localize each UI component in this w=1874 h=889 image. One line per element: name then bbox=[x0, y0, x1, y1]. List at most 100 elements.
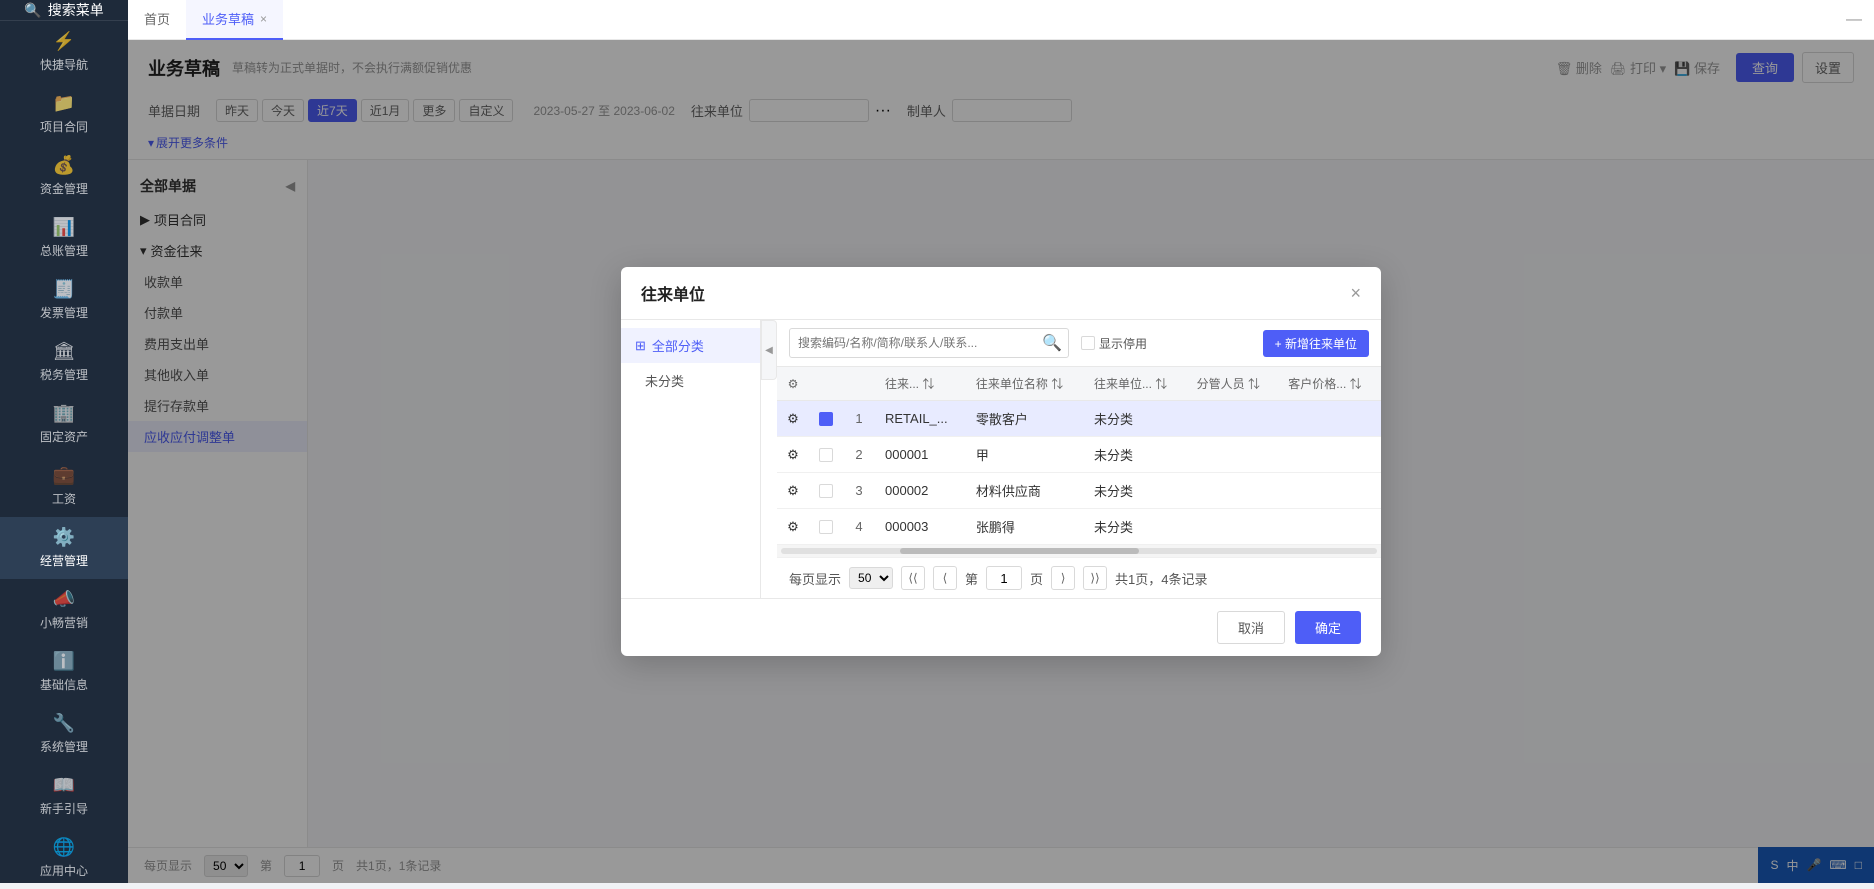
sidebar-item-system[interactable]: 🔧 系统管理 bbox=[0, 703, 128, 765]
table-row[interactable]: ⚙ 3 000002 材料供应商 未分类 bbox=[777, 473, 1381, 509]
row-num: 2 bbox=[843, 437, 875, 473]
dialog-category-all[interactable]: ⊞ 全部分类 bbox=[621, 328, 760, 363]
first-page-btn[interactable]: ⟨⟨ bbox=[901, 566, 925, 590]
row-settings[interactable]: ⚙ bbox=[777, 437, 809, 473]
col-manager[interactable]: 分管人员 ⇅ bbox=[1187, 367, 1279, 401]
next-page-btn[interactable]: ⟩ bbox=[1051, 566, 1075, 590]
sidebar-item-capital[interactable]: 💰 资金管理 bbox=[0, 145, 128, 207]
sidebar-item-label: 新手引导 bbox=[40, 800, 88, 817]
row-code: 000002 bbox=[875, 473, 966, 509]
collapse-icon: ◀ bbox=[765, 345, 773, 356]
row-name: 张鹏得 bbox=[966, 509, 1084, 545]
partners-table-body: ⚙ 1 RETAIL_... 零散客户 未分类 ⚙ 2 000001 甲 未分类… bbox=[777, 401, 1381, 545]
fixed-assets-icon: 🏢 bbox=[53, 403, 75, 424]
quick-nav-icon: ⚡ bbox=[53, 31, 75, 52]
page-suffix: 页 bbox=[1030, 569, 1043, 588]
table-row[interactable]: ⚙ 1 RETAIL_... 零散客户 未分类 bbox=[777, 401, 1381, 437]
dialog-close-btn[interactable]: × bbox=[1350, 283, 1361, 304]
last-page-btn[interactable]: ⟩⟩ bbox=[1083, 566, 1107, 590]
table-row[interactable]: ⚙ 2 000001 甲 未分类 bbox=[777, 437, 1381, 473]
tab-draft[interactable]: 业务草稿 × bbox=[186, 0, 283, 40]
cancel-button[interactable]: 取消 bbox=[1217, 611, 1285, 644]
prev-page-btn[interactable]: ⟨ bbox=[933, 566, 957, 590]
row-checkbox[interactable] bbox=[809, 473, 843, 509]
tab-close-icon[interactable]: × bbox=[260, 12, 267, 26]
row-checkbox[interactable] bbox=[809, 401, 843, 437]
dialog-overlay: 往来单位 × ⊞ 全部分类 未分类 ◀ bbox=[128, 40, 1874, 883]
dialog-pagination: 每页显示 50 ⟨⟨ ⟨ 第 页 ⟩ ⟩⟩ 共1页，4条记录 bbox=[777, 557, 1381, 598]
col-settings[interactable]: ⚙ bbox=[777, 367, 809, 401]
sidebar-item-accounting[interactable]: 📊 总账管理 bbox=[0, 207, 128, 269]
col-price-level[interactable]: 客户价格... ⇅ bbox=[1278, 367, 1381, 401]
sidebar-item-tax[interactable]: 🏛 税务管理 bbox=[0, 331, 128, 393]
project-icon: 📁 bbox=[53, 93, 75, 114]
horizontal-scrollbar[interactable] bbox=[777, 545, 1381, 557]
row-manager bbox=[1187, 509, 1279, 545]
search-submit-btn[interactable]: 🔍 bbox=[1036, 329, 1068, 357]
show-disabled-checkbox[interactable]: 显示停用 bbox=[1081, 335, 1147, 352]
panel-collapse-btn[interactable]: ◀ bbox=[761, 320, 777, 380]
dialog-title: 往来单位 bbox=[641, 281, 705, 305]
row-settings[interactable]: ⚙ bbox=[777, 509, 809, 545]
col-code[interactable]: 往来... ⇅ bbox=[875, 367, 966, 401]
row-settings[interactable]: ⚙ bbox=[777, 401, 809, 437]
sidebar-item-guide[interactable]: 📖 新手引导 bbox=[0, 765, 128, 827]
row-name: 材料供应商 bbox=[966, 473, 1084, 509]
row-code: 000001 bbox=[875, 437, 966, 473]
basic-info-icon: ℹ️ bbox=[53, 651, 75, 672]
col-name[interactable]: 往来单位名称 ⇅ bbox=[966, 367, 1084, 401]
dialog-footer: 取消 确定 bbox=[621, 598, 1381, 656]
tab-home[interactable]: 首页 bbox=[128, 0, 186, 40]
search-wrap: 🔍 bbox=[789, 328, 1069, 358]
confirm-button[interactable]: 确定 bbox=[1295, 611, 1361, 644]
row-settings[interactable]: ⚙ bbox=[777, 473, 809, 509]
row-checkbox[interactable] bbox=[809, 509, 843, 545]
row-num: 3 bbox=[843, 473, 875, 509]
sidebar-item-invoice[interactable]: 🧾 发票管理 bbox=[0, 269, 128, 331]
grid-icon: ⊞ bbox=[635, 338, 646, 354]
row-name: 甲 bbox=[966, 437, 1084, 473]
row-name: 零散客户 bbox=[966, 401, 1084, 437]
row-manager bbox=[1187, 401, 1279, 437]
sidebar-item-fixed-assets[interactable]: 🏢 固定资产 bbox=[0, 393, 128, 455]
sidebar-item-label: 工资 bbox=[52, 490, 76, 507]
salary-icon: 💼 bbox=[53, 465, 75, 486]
col-category[interactable]: 往来单位... ⇅ bbox=[1084, 367, 1187, 401]
sidebar-item-label: 快捷导航 bbox=[40, 56, 88, 73]
scrollbar-thumb bbox=[900, 548, 1138, 554]
sidebar-item-basic-info[interactable]: ℹ️ 基础信息 bbox=[0, 641, 128, 703]
sidebar-item-label: 总账管理 bbox=[40, 242, 88, 259]
dialog-toolbar: 🔍 显示停用 + 新增往来单位 bbox=[777, 320, 1381, 367]
guide-icon: 📖 bbox=[53, 775, 75, 796]
main-content: 业务草稿 草稿转为正式单据时，不会执行满额促销优惠 🗑 删除 🖨 打印 ▾ 💾 … bbox=[128, 40, 1874, 883]
per-page-select[interactable]: 50 bbox=[849, 567, 893, 589]
sidebar-logo-label: 搜索菜单 bbox=[48, 0, 104, 20]
sidebar-item-marketing[interactable]: 📣 小畅营销 bbox=[0, 579, 128, 641]
all-category-label: 全部分类 bbox=[652, 336, 704, 355]
table-row[interactable]: ⚙ 4 000003 张鹏得 未分类 bbox=[777, 509, 1381, 545]
row-code: RETAIL_... bbox=[875, 401, 966, 437]
dialog-body: ⊞ 全部分类 未分类 ◀ 🔍 bbox=[621, 320, 1381, 598]
search-input[interactable] bbox=[790, 332, 1036, 354]
sidebar-item-label: 项目合同 bbox=[40, 118, 88, 135]
sidebar-logo[interactable]: 🔍 搜索菜单 bbox=[0, 0, 128, 21]
sidebar-item-quick-nav[interactable]: ⚡ 快捷导航 bbox=[0, 21, 128, 83]
row-manager bbox=[1187, 437, 1279, 473]
window-minimize-btn[interactable]: — bbox=[1834, 0, 1874, 40]
sidebar-item-app-center[interactable]: 🌐 应用中心 bbox=[0, 827, 128, 889]
sidebar-item-label: 固定资产 bbox=[40, 428, 88, 445]
page-input[interactable] bbox=[986, 566, 1022, 590]
sidebar-item-label: 小畅营销 bbox=[40, 614, 88, 631]
dialog-category-unclassified[interactable]: 未分类 bbox=[621, 363, 760, 398]
dialog-left-panel: ⊞ 全部分类 未分类 bbox=[621, 320, 761, 598]
page-label: 第 bbox=[965, 569, 978, 588]
search-icon: 🔍 bbox=[24, 2, 41, 19]
sidebar-item-salary[interactable]: 💼 工资 bbox=[0, 455, 128, 517]
add-partner-btn[interactable]: + 新增往来单位 bbox=[1263, 330, 1369, 357]
sidebar-item-label: 发票管理 bbox=[40, 304, 88, 321]
row-checkbox[interactable] bbox=[809, 437, 843, 473]
sidebar-item-ops[interactable]: ⚙️ 经营管理 bbox=[0, 517, 128, 579]
sidebar-item-label: 税务管理 bbox=[40, 366, 88, 383]
sidebar-item-project[interactable]: 📁 项目合同 bbox=[0, 83, 128, 145]
tab-home-label: 首页 bbox=[144, 9, 170, 28]
